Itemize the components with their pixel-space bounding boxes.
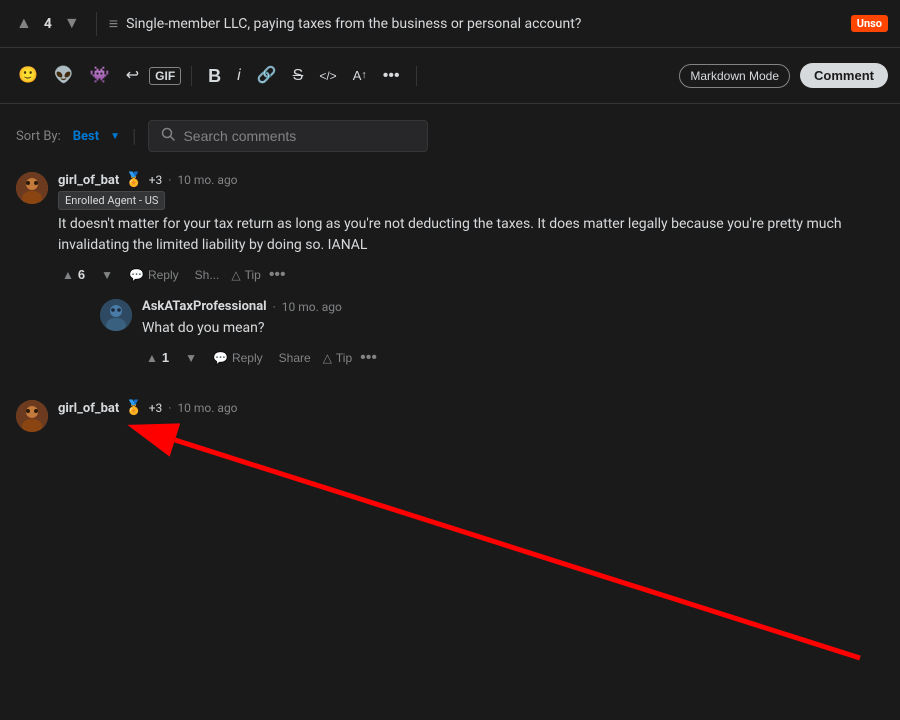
comment-submit-button[interactable]: Comment [800,63,888,88]
nested-comment-meta: AskATaxProfessional · 10 mo. ago [142,299,884,314]
share-label: Sh... [195,268,220,282]
reply-icon: 💬 [129,268,144,282]
upvote-icon: ▲ [62,268,74,282]
share-button[interactable]: Sh... [191,265,224,285]
comment-vote-count: 6 [78,267,85,282]
more-format-button[interactable]: ••• [377,64,406,88]
nested-comment-time: 10 mo. ago [282,300,342,314]
nested-avatar [100,299,132,331]
italic-button[interactable]: i [231,64,247,88]
code-button[interactable]: </> [313,66,342,86]
tip-label: Tip [245,268,261,282]
comment-author: girl_of_bat [58,173,119,188]
alien-button[interactable]: 👾 [84,64,116,88]
sort-by-control[interactable]: Sort By: Best ▼ [16,129,120,144]
author-award-icon: 🏅 [125,172,142,188]
gif-button[interactable]: GIF [149,67,181,85]
emoji-button[interactable]: 🙂 [12,64,44,88]
downvote-icon: ▼ [101,268,113,282]
nested-reply-icon: 💬 [213,351,228,365]
link-button[interactable]: 🔗 [251,64,283,88]
nested-comment-actions: ▲ 1 ▼ 💬 Reply Share [142,347,884,368]
nested-tip-label: Tip [336,351,352,365]
dot-separator-3: · [168,401,171,415]
comment-body-3: girl_of_bat 🏅 +3 · 10 mo. ago [58,400,884,432]
nested-vote-count: 1 [162,350,169,365]
upvote-comment-button[interactable]: ▲ 6 [58,264,89,285]
nested-upvote-icon: ▲ [146,351,158,365]
reddit-face-button[interactable]: 👽 [48,64,80,88]
editor-toolbar: 🙂 👽 👾 ↩ GIF B i 🔗 S </> A↑ ••• Markdown … [0,48,900,104]
comment-meta: girl_of_bat 🏅 +3 · 10 mo. ago [58,172,884,188]
nested-dot-separator: · [273,300,276,314]
nested-downvote-button[interactable]: ▼ [181,348,201,368]
tip-button[interactable]: △ Tip [231,268,260,282]
nested-share-label: Share [279,351,311,365]
search-input[interactable] [183,128,415,144]
comments-section: Sort By: Best ▼ | [0,104,900,432]
sort-search-bar: Sort By: Best ▼ | [16,120,884,152]
vote-count: 4 [44,16,52,32]
user-flair: Enrolled Agent - US [58,191,165,210]
reply-label: Reply [148,268,179,282]
search-icon [161,127,175,145]
nested-tip-button[interactable]: △ Tip [323,351,352,365]
sort-value: Best [73,129,99,144]
comment-item-3: girl_of_bat 🏅 +3 · 10 mo. ago [16,400,884,432]
comment-body: girl_of_bat 🏅 +3 · 10 mo. ago Enrolled A… [58,172,884,384]
dot-separator: · [168,173,171,187]
search-box [148,120,428,152]
tip-icon: △ [231,268,240,282]
markdown-mode-button[interactable]: Markdown Mode [679,64,790,88]
comment-meta-3: girl_of_bat 🏅 +3 · 10 mo. ago [58,400,884,416]
nested-tip-icon: △ [323,351,332,365]
undo-button[interactable]: ↩ [120,64,145,88]
nested-reply-button[interactable]: 💬 Reply [209,348,267,368]
post-title: Single-member LLC, paying taxes from the… [126,16,843,32]
comment-time: 10 mo. ago [177,173,237,187]
nested-downvote-icon: ▼ [185,351,197,365]
sort-label: Sort By: [16,129,61,144]
heading-button[interactable]: A↑ [347,65,373,86]
downvote-button[interactable]: ▼ [60,13,84,35]
nested-more-options-button[interactable]: ••• [360,349,377,367]
comment-item: girl_of_bat 🏅 +3 · 10 mo. ago Enrolled A… [16,172,884,384]
reply-button[interactable]: 💬 Reply [125,265,183,285]
toolbar-separator-1 [191,66,192,86]
sort-search-separator: | [132,126,136,147]
nested-comment-author: AskATaxProfessional [142,299,267,314]
toolbar-separator-2 [416,66,417,86]
bold-button[interactable]: B [202,63,227,89]
downvote-comment-button[interactable]: ▼ [97,265,117,285]
comment-time-3: 10 mo. ago [177,401,237,415]
comment-actions: ▲ 6 ▼ 💬 Reply Sh... △ Tip ••• [58,264,884,285]
nested-reply-label: Reply [232,351,263,365]
nested-share-button[interactable]: Share [275,348,315,368]
nested-comment-item: AskATaxProfessional · 10 mo. ago What do… [100,299,884,368]
sort-chevron-icon: ▼ [110,131,120,142]
nested-upvote-button[interactable]: ▲ 1 [142,347,173,368]
post-flair: Unso [851,15,888,32]
comment-author-3: girl_of_bat [58,401,119,416]
post-type-icon: ≡ [109,14,118,34]
avatar-3 [16,400,48,432]
more-options-button[interactable]: ••• [269,266,286,284]
strikethrough-button[interactable]: S [287,64,310,88]
separator [96,12,97,36]
top-bar: ▲ 4 ▼ ≡ Single-member LLC, paying taxes … [0,0,900,48]
comment-text: It doesn't matter for your tax return as… [58,214,884,256]
author-karma-3: +3 [149,401,163,415]
nested-comment-text: What do you mean? [142,318,884,339]
nested-comment-body: AskATaxProfessional · 10 mo. ago What do… [142,299,884,368]
upvote-button[interactable]: ▲ [12,13,36,35]
avatar [16,172,48,204]
author-karma: +3 [149,173,163,187]
author-award-icon-3: 🏅 [125,400,142,416]
